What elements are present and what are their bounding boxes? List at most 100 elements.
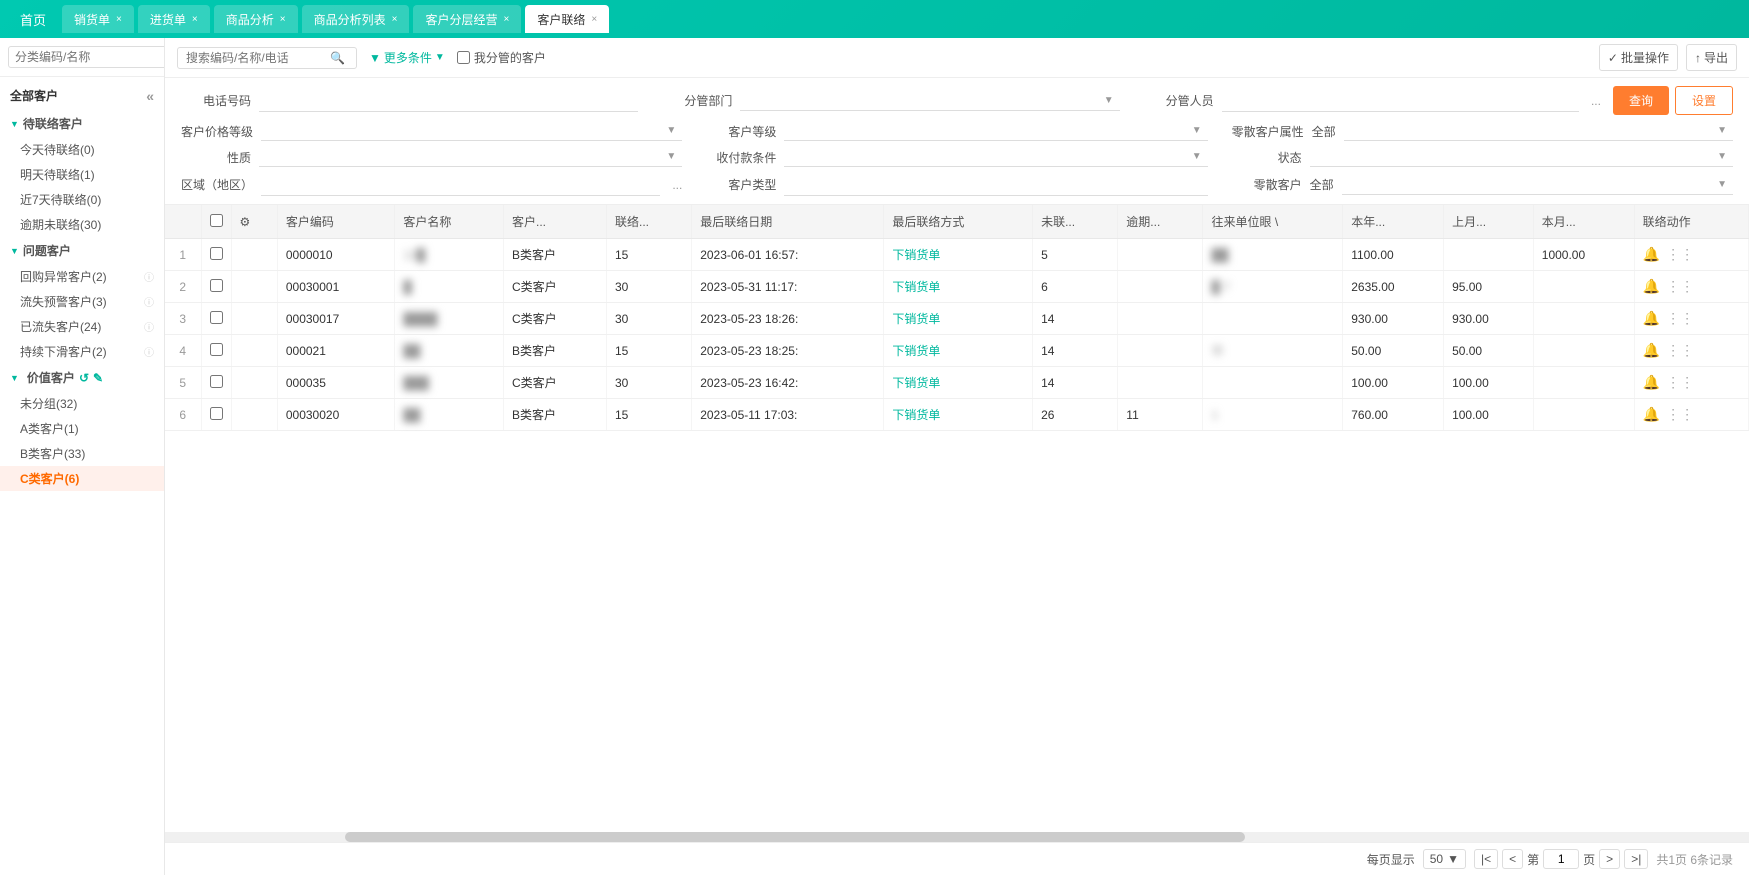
contact-icon[interactable]: 🔔 xyxy=(1643,310,1660,327)
scrollbar-thumb[interactable] xyxy=(345,832,1245,842)
nav-tab-customer-layer[interactable]: 客户分层经营 × xyxy=(413,5,521,33)
nav-tab-analysis[interactable]: 商品分析 × xyxy=(214,5,298,33)
sidebar-edit-icon[interactable]: ✎ xyxy=(93,371,103,385)
contact-icon[interactable]: 🔔 xyxy=(1643,342,1660,359)
sidebar-item-churn-warning[interactable]: 流失预警客户(3) ⓘ xyxy=(0,289,164,314)
cell-last-contact-method[interactable]: 下销货单 xyxy=(884,239,1033,271)
filter-region-dots[interactable]: ... xyxy=(672,178,682,192)
link-contact-method[interactable]: 下销货单 xyxy=(892,280,940,294)
sidebar-item-declining[interactable]: 持续下滑客户(2) ⓘ xyxy=(0,339,164,364)
link-contact-method[interactable]: 下销货单 xyxy=(892,344,940,358)
page-number-input[interactable] xyxy=(1543,849,1579,869)
link-contact-method[interactable]: 下销货单 xyxy=(892,376,940,390)
contact-icon[interactable]: 🔔 xyxy=(1643,246,1660,263)
more-icon[interactable]: ⋮⋮ xyxy=(1666,310,1694,327)
sidebar-item-tomorrow[interactable]: 明天待联络(1) xyxy=(0,162,164,187)
more-icon[interactable]: ⋮⋮ xyxy=(1666,246,1694,263)
export-btn[interactable]: ↑ 导出 xyxy=(1686,44,1737,71)
sidebar-all-customers[interactable]: 全部客户 « xyxy=(0,81,164,110)
cell-checkbox[interactable] xyxy=(201,367,231,399)
nav-tab-sales-close[interactable]: × xyxy=(116,14,122,25)
cell-last-contact-method[interactable]: 下销货单 xyxy=(884,271,1033,303)
nav-tab-sales[interactable]: 销货单 × xyxy=(62,5,134,33)
cell-last-contact-method[interactable]: 下销货单 xyxy=(884,303,1033,335)
cell-last-contact-method[interactable]: 下销货单 xyxy=(884,399,1033,431)
sidebar-item-b-class[interactable]: B类客户(33) xyxy=(0,441,164,466)
last-page-btn[interactable]: >| xyxy=(1624,849,1648,869)
filter-input-phone[interactable] xyxy=(259,89,638,112)
filter-select-price-level[interactable]: ▼ xyxy=(261,121,682,141)
more-icon[interactable]: ⋮⋮ xyxy=(1666,342,1694,359)
contact-icon[interactable]: 🔔 xyxy=(1643,278,1660,295)
filter-select-nature[interactable]: ▼ xyxy=(259,147,682,167)
link-contact-method[interactable]: 下销货单 xyxy=(892,312,940,326)
filter-manager-dots[interactable]: ... xyxy=(1591,94,1601,108)
th-this-year: 本年... xyxy=(1343,205,1444,239)
search-icon[interactable]: 🔍 xyxy=(330,51,345,65)
filter-input-manager[interactable] xyxy=(1222,89,1579,112)
nav-home[interactable]: 首页 xyxy=(8,0,58,38)
nav-tab-analysis-list-close[interactable]: × xyxy=(392,14,398,25)
link-contact-method[interactable]: 下销货单 xyxy=(892,248,940,262)
more-icon[interactable]: ⋮⋮ xyxy=(1666,278,1694,295)
cell-checkbox[interactable] xyxy=(201,335,231,367)
select-all-checkbox[interactable] xyxy=(210,214,223,227)
settings-btn[interactable]: 设置 xyxy=(1675,86,1733,115)
horizontal-scrollbar[interactable] xyxy=(165,832,1749,842)
cell-checkbox[interactable] xyxy=(201,271,231,303)
contact-icon[interactable]: 🔔 xyxy=(1643,374,1660,391)
more-icon[interactable]: ⋮⋮ xyxy=(1666,406,1694,423)
first-page-btn[interactable]: |< xyxy=(1474,849,1498,869)
more-icon[interactable]: ⋮⋮ xyxy=(1666,374,1694,391)
my-customers-checkbox[interactable] xyxy=(457,51,470,64)
cell-checkbox[interactable] xyxy=(201,303,231,335)
filter-select-retail-attr[interactable]: ▼ xyxy=(1344,121,1733,141)
cell-checkbox[interactable] xyxy=(201,239,231,271)
sidebar-item-churned[interactable]: 已流失客户(24) ⓘ xyxy=(0,314,164,339)
batch-btn[interactable]: ✓ 批量操作 xyxy=(1599,44,1678,71)
filter-select-status[interactable]: ▼ xyxy=(1310,147,1733,167)
th-last-contact-date: 最后联络日期 xyxy=(692,205,884,239)
nav-tab-analysis-list[interactable]: 商品分析列表 × xyxy=(302,5,410,33)
filter-select-customer-level[interactable]: ▼ xyxy=(784,121,1207,141)
filter-row-1: 电话号码 分管部门 ▼ 分管人员 ... 查询 设置 xyxy=(181,86,1733,115)
sidebar-item-7days[interactable]: 近7天待联络(0) xyxy=(0,187,164,212)
filter-cell-customer-level: 客户等级 ▼ xyxy=(706,121,1207,141)
prev-page-btn[interactable]: < xyxy=(1502,849,1523,869)
cell-contact: 15 xyxy=(607,239,692,271)
nav-tab-customer-layer-close[interactable]: × xyxy=(503,14,509,25)
nav-tab-customer-contact[interactable]: 客户联络 × xyxy=(525,5,609,33)
sidebar-item-today[interactable]: 今天待联络(0) xyxy=(0,137,164,162)
sidebar-collapse-icon[interactable]: « xyxy=(146,88,154,104)
filter-label-customer-level: 客户等级 xyxy=(706,123,776,140)
cell-checkbox[interactable] xyxy=(201,399,231,431)
filter-select-dept[interactable]: ▼ xyxy=(740,91,1119,111)
filter-input-customer-type[interactable] xyxy=(784,173,1207,196)
sidebar-item-overdue[interactable]: 逾期未联络(30) xyxy=(0,212,164,237)
sidebar-search-input[interactable] xyxy=(8,46,165,68)
page-size-select[interactable]: 50 ▼ xyxy=(1423,849,1466,869)
sidebar-item-a-class[interactable]: A类客户(1) xyxy=(0,416,164,441)
th-settings[interactable]: ⚙ xyxy=(231,205,277,239)
nav-tab-analysis-close[interactable]: × xyxy=(280,14,286,25)
nav-tab-purchase-close[interactable]: × xyxy=(192,14,198,25)
link-contact-method[interactable]: 下销货单 xyxy=(892,408,940,422)
sidebar-item-c-class[interactable]: C类客户(6) xyxy=(0,466,164,491)
nav-tab-purchase[interactable]: 进货单 × xyxy=(138,5,210,33)
nav-tab-customer-contact-close[interactable]: × xyxy=(591,14,597,25)
more-conditions-btn[interactable]: ▼ 更多条件 ▼ xyxy=(369,49,445,66)
filter-input-region[interactable] xyxy=(261,173,660,196)
cell-last-contact-method[interactable]: 下销货单 xyxy=(884,335,1033,367)
cell-last-contact-method[interactable]: 下销货单 xyxy=(884,367,1033,399)
filter-select-retail[interactable]: ▼ xyxy=(1342,175,1733,195)
cell-idx: 5 xyxy=(165,367,201,399)
filter-select-payment[interactable]: ▼ xyxy=(784,147,1207,167)
sidebar-item-repurchase-anomaly[interactable]: 回购异常客户(2) ⓘ xyxy=(0,264,164,289)
sidebar-refresh-icon[interactable]: ↺ xyxy=(79,371,89,385)
search-input[interactable] xyxy=(186,51,326,65)
next-page-btn[interactable]: > xyxy=(1599,849,1620,869)
query-btn[interactable]: 查询 xyxy=(1613,86,1669,115)
my-customers-check[interactable]: 我分管的客户 xyxy=(457,49,546,66)
contact-icon[interactable]: 🔔 xyxy=(1643,406,1660,423)
sidebar-item-ungrouped[interactable]: 未分组(32) xyxy=(0,391,164,416)
